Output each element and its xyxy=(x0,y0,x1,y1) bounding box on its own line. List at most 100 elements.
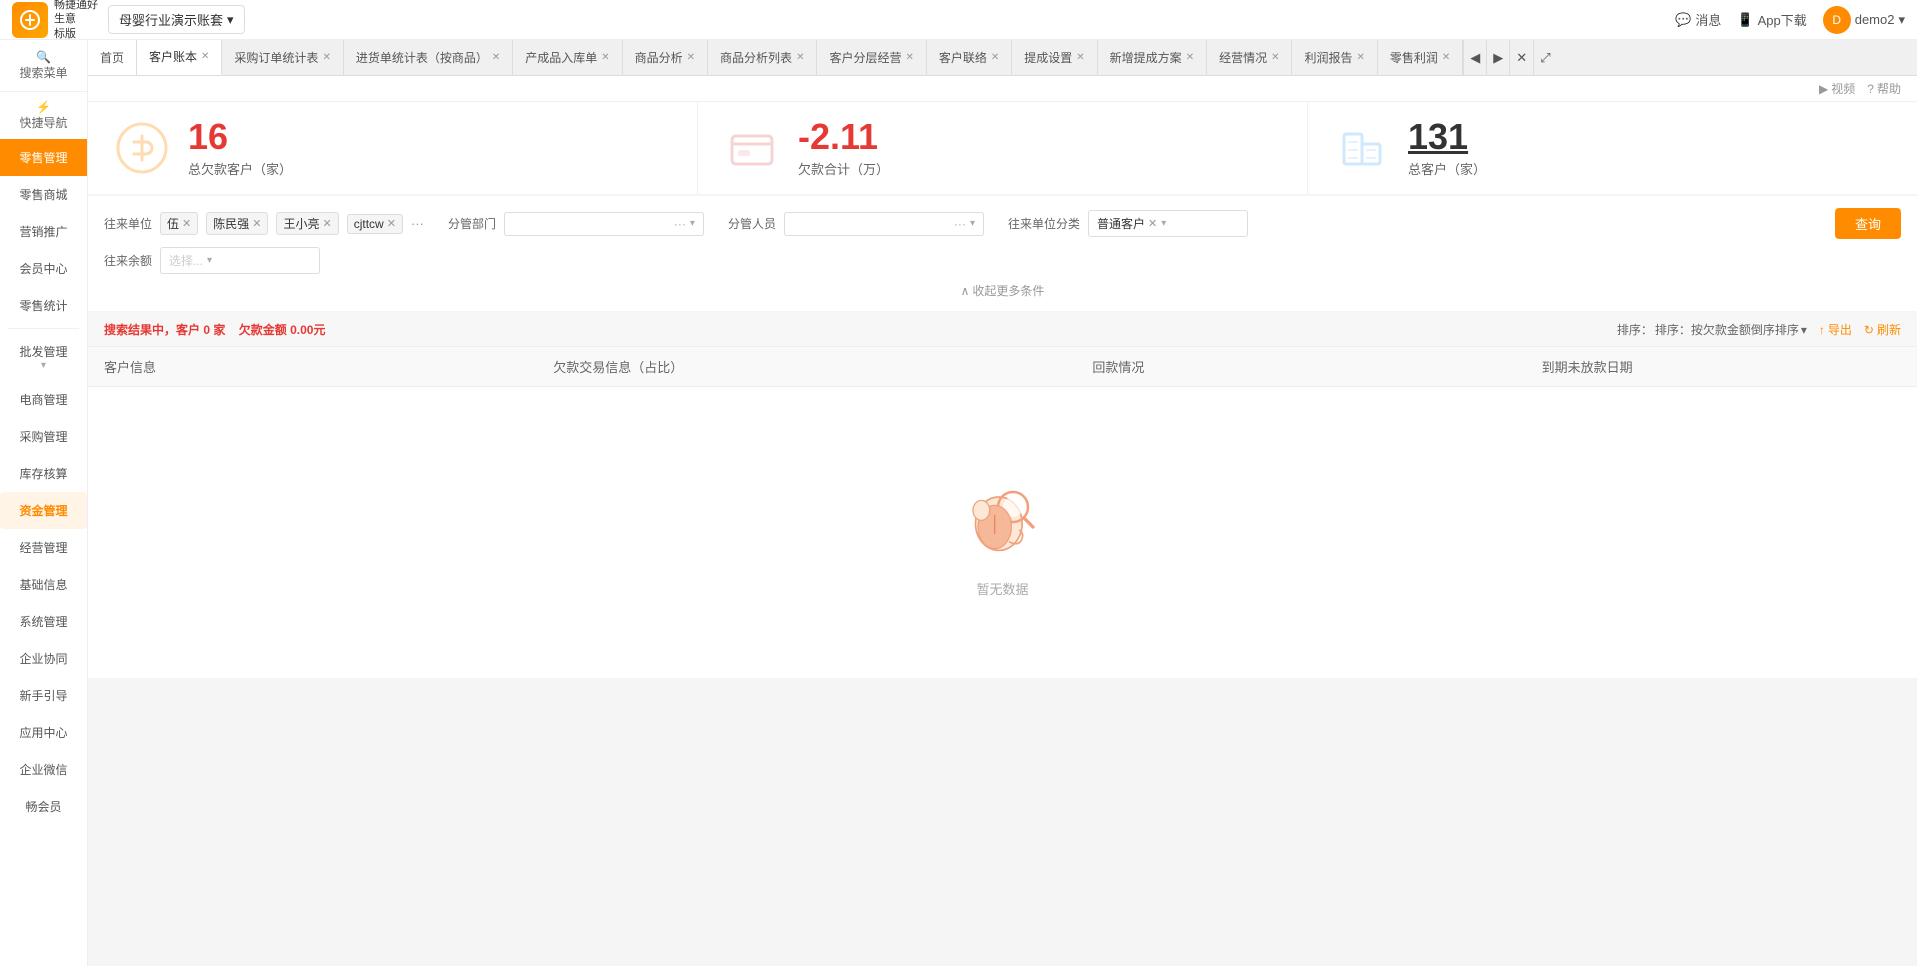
close-tab-icon[interactable]: ✕ xyxy=(1271,52,1279,63)
close-tab-icon[interactable]: ✕ xyxy=(1357,52,1365,63)
tab-next-btn[interactable]: ▶ xyxy=(1486,40,1509,76)
tab-home[interactable]: 首页 xyxy=(88,40,137,76)
tab-prompt-settings[interactable]: 提成设置 ✕ xyxy=(1012,40,1097,76)
empty-text: 暂无数据 xyxy=(976,579,1028,598)
sidebar-item-enterprise-collab[interactable]: 企业协同 xyxy=(0,640,87,677)
results-text: 搜索结果中，客户 0 家 欠款金额 0.00元 xyxy=(104,321,325,338)
app-download-btn[interactable]: 📱 App下载 xyxy=(1737,10,1806,29)
download-icon: 📱 xyxy=(1737,12,1753,28)
close-tab-icon[interactable]: ✕ xyxy=(905,52,913,63)
refresh-btn[interactable]: ↻ 刷新 xyxy=(1864,321,1901,338)
tab-customer-contact[interactable]: 客户联络 ✕ xyxy=(927,40,1012,76)
table-header: 客户信息 欠款交易信息（占比） 回款情况 到期未放款日期 xyxy=(88,347,1917,387)
export-btn[interactable]: ↑ 导出 xyxy=(1819,321,1852,338)
tab-prev-btn[interactable]: ◀ xyxy=(1463,40,1486,76)
tab-new-achievement[interactable]: 新增提成方案 ✕ xyxy=(1098,40,1207,76)
remove-filter-cjttcw[interactable]: ✕ xyxy=(387,217,396,230)
video-help-btn[interactable]: ▶ 视频 xyxy=(1819,80,1855,97)
sidebar-item-search-menu[interactable]: 🔍 搜索菜单 xyxy=(0,40,87,92)
remove-filter-chen[interactable]: ✕ xyxy=(252,217,261,230)
filter-bar: 往来单位 伍 ✕ 陈民强 ✕ 王小亮 ✕ xyxy=(88,196,1917,311)
stat-value-total-customers: 131 xyxy=(1408,119,1486,155)
sidebar-item-ecommerce[interactable]: 电商管理 xyxy=(0,381,87,418)
collapse-btn[interactable]: ∧ 收起更多条件 xyxy=(104,282,1901,299)
remove-filter-wu[interactable]: ✕ xyxy=(182,217,191,230)
sidebar-item-operations[interactable]: 经营管理 xyxy=(0,529,87,566)
building-stat-icon xyxy=(1332,118,1392,178)
sidebar-item-wholesale-mgmt[interactable]: 批发管理 ▾ xyxy=(0,333,87,381)
sidebar-item-basic-info[interactable]: 基础信息 xyxy=(0,566,87,603)
table-col-credit-info: 欠款交易信息（占比） xyxy=(553,357,1092,376)
person-filter-label: 分管人员 xyxy=(728,215,776,232)
video-icon: ▶ xyxy=(1819,82,1828,96)
sidebar-item-inventory[interactable]: 库存核算 xyxy=(0,455,87,492)
close-tab-icon[interactable]: ✕ xyxy=(991,52,999,63)
sidebar-item-vip-member[interactable]: 畅会员 xyxy=(0,788,87,825)
tab-expand-btn[interactable]: ⤢ xyxy=(1533,40,1556,76)
filter-tag-wu: 伍 ✕ xyxy=(160,212,198,235)
close-tab-icon[interactable]: ✕ xyxy=(1076,52,1084,63)
tab-customer-accounts[interactable]: 客户账本 ✕ xyxy=(137,40,222,76)
stat-label-credit-customers: 总欠款客户（家） xyxy=(188,159,292,178)
coin-stat-icon xyxy=(112,118,172,178)
close-tab-icon[interactable]: ✕ xyxy=(201,51,209,62)
dept-arrow-icon: ▾ xyxy=(690,218,695,229)
filter-row-2: 往来余额 选择... ▾ xyxy=(104,247,1901,274)
close-tab-icon[interactable]: ✕ xyxy=(601,52,609,63)
sidebar-item-new-guide[interactable]: 新手引导 xyxy=(0,677,87,714)
close-tab-icon[interactable]: ✕ xyxy=(687,52,695,63)
query-button[interactable]: 查询 xyxy=(1835,208,1901,239)
stat-credit-amount: -2.11 欠款合计（万） xyxy=(698,102,1308,194)
sidebar-item-member-center[interactable]: 会员中心 xyxy=(0,250,87,287)
unit-class-filter-label: 往来单位分类 xyxy=(1008,215,1080,232)
tab-customer-segment[interactable]: 客户分层经营 ✕ xyxy=(817,40,926,76)
chevron-down-icon: ▾ xyxy=(1898,12,1905,28)
close-tab-icon[interactable]: ✕ xyxy=(1186,52,1194,63)
help-btn[interactable]: ? 帮助 xyxy=(1867,80,1901,97)
tab-product-analysis-list[interactable]: 商品分析列表 ✕ xyxy=(708,40,817,76)
account-selector[interactable]: 母婴行业演示账套 ▾ xyxy=(108,5,245,34)
stat-value-group-1: 16 总欠款客户（家） xyxy=(188,119,292,178)
sidebar-item-app-center[interactable]: 应用中心 xyxy=(0,714,87,751)
dept-filter-label: 分管部门 xyxy=(448,215,496,232)
tab-product-stock[interactable]: 产成品入库单 ✕ xyxy=(513,40,622,76)
close-tab-icon[interactable]: ✕ xyxy=(1442,52,1450,63)
close-tab-icon[interactable]: ✕ xyxy=(322,52,330,63)
sidebar-item-quick-nav[interactable]: ⚡ 快捷导航 xyxy=(0,92,87,139)
more-filters-btn[interactable]: ··· xyxy=(411,216,424,231)
remove-normal-customer[interactable]: ✕ xyxy=(1148,217,1157,230)
tab-purchase-order-stats[interactable]: 采购订单统计表 ✕ xyxy=(222,40,343,76)
stats-bar: 16 总欠款客户（家） xyxy=(88,102,1917,194)
tab-retail-profit[interactable]: 零售利润 ✕ xyxy=(1378,40,1463,76)
close-tab-icon[interactable]: ✕ xyxy=(796,52,804,63)
message-btn[interactable]: 💬 消息 xyxy=(1675,10,1721,29)
person-options-btn[interactable]: ··· xyxy=(954,217,966,231)
person-filter-select[interactable]: ··· ▾ xyxy=(784,212,984,236)
main-body: 🔍 搜索菜单 ⚡ 快捷导航 零售管理 零售商城 营销推广 会员中心 零售统计 xyxy=(0,40,1917,966)
sidebar-item-purchase-mgmt[interactable]: 采购管理 xyxy=(0,418,87,455)
app-container: 畅捷通好生意 标版 母婴行业演示账套 ▾ 💬 消息 📱 App下载 D demo… xyxy=(0,0,1917,966)
sidebar-item-system-mgmt[interactable]: 系统管理 xyxy=(0,603,87,640)
content-area: 首页 客户账本 ✕ 采购订单统计表 ✕ 进货单统计表（按商品） ✕ 产成品入库单… xyxy=(88,40,1917,966)
sidebar-item-retail-mall[interactable]: 零售商城 xyxy=(0,176,87,213)
tab-profit-report[interactable]: 利润报告 ✕ xyxy=(1292,40,1377,76)
sidebar-item-enterprise-wechat[interactable]: 企业微信 xyxy=(0,751,87,788)
sidebar-item-retail-mgmt[interactable]: 零售管理 xyxy=(0,139,87,176)
remove-filter-wang[interactable]: ✕ xyxy=(323,217,332,230)
message-icon: 💬 xyxy=(1675,12,1691,28)
close-tab-icon[interactable]: ✕ xyxy=(492,52,500,63)
tab-business-status[interactable]: 经营情况 ✕ xyxy=(1207,40,1292,76)
dept-options-btn[interactable]: ··· xyxy=(674,217,686,231)
sidebar-item-marketing[interactable]: 营销推广 xyxy=(0,213,87,250)
tab-close-all-btn[interactable]: ✕ xyxy=(1509,40,1533,76)
sort-selector[interactable]: 排序： 排序：按欠款金额倒序排序 ▾ xyxy=(1617,321,1807,338)
sidebar-item-finance-mgmt[interactable]: 资金管理 xyxy=(0,492,87,529)
sidebar-item-retail-stats[interactable]: 零售统计 xyxy=(0,287,87,324)
unit-class-filter-select[interactable]: 普通客户 ✕ ▾ xyxy=(1088,210,1248,237)
dept-filter-select[interactable]: ··· ▾ xyxy=(504,212,704,236)
tab-purchase-stats-by-product[interactable]: 进货单统计表（按商品） ✕ xyxy=(344,40,513,76)
user-menu[interactable]: D demo2 ▾ xyxy=(1823,6,1905,34)
balance-filter-select[interactable]: 选择... ▾ xyxy=(160,247,320,274)
tab-product-analysis[interactable]: 商品分析 ✕ xyxy=(623,40,708,76)
page-content: ▶ 视频 ? 帮助 xyxy=(88,76,1917,966)
